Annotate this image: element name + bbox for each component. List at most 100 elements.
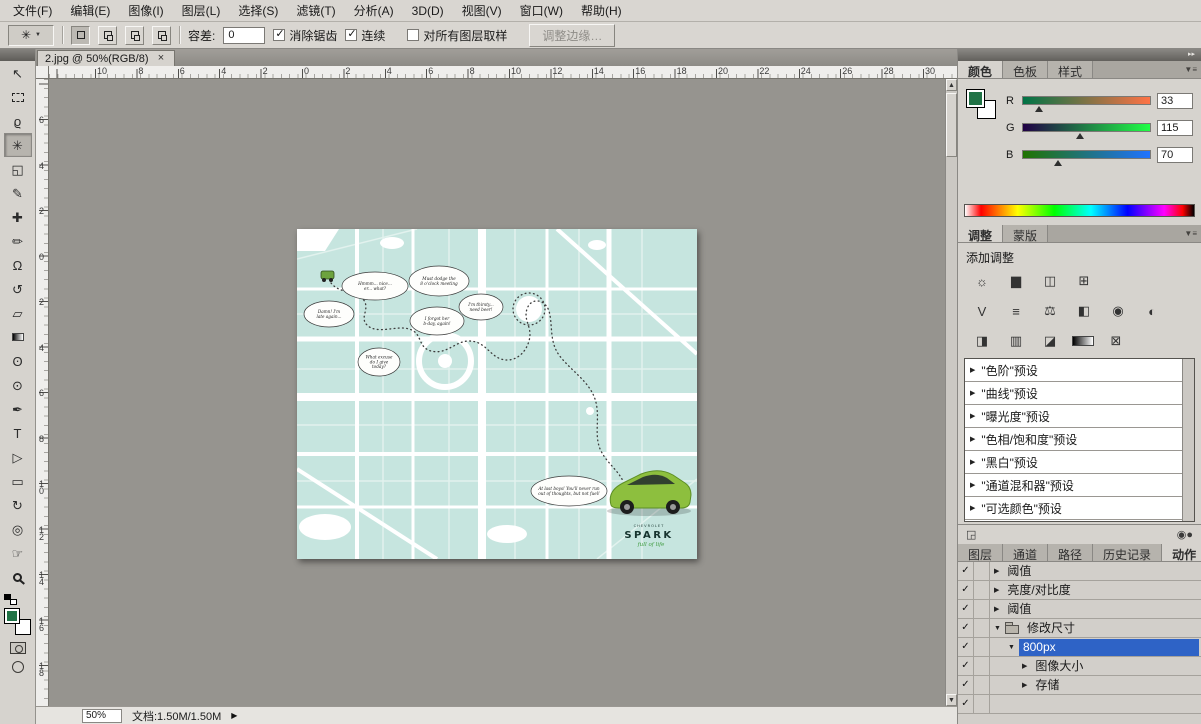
3d-orbit-tool[interactable]: ◎ [4, 517, 32, 541]
action-row[interactable]: ✓ [958, 695, 1201, 714]
action-dialog-cell[interactable] [974, 600, 990, 618]
rectangle-tool[interactable]: ▭ [4, 469, 32, 493]
panel-menu-icon[interactable]: ▼≡ [1184, 65, 1197, 74]
rectangular-marquee-tool[interactable] [4, 85, 32, 109]
preset-scrollbar[interactable] [1182, 359, 1194, 521]
menu-item[interactable]: 分析(A) [345, 0, 403, 21]
panel-tab-动作[interactable]: 动作 [1162, 544, 1201, 561]
channel-mixer-icon[interactable]: ◐ [1140, 301, 1164, 322]
expand-triangle-icon[interactable]: ▼ [994, 625, 1001, 632]
panel-tab-历史记录[interactable]: 历史记录 [1093, 544, 1162, 561]
channel-value-field[interactable]: 115 [1157, 120, 1193, 136]
posterize-icon[interactable]: ▥ [1004, 331, 1028, 352]
menu-item[interactable]: 窗口(W) [511, 0, 572, 21]
action-dialog-cell[interactable] [974, 676, 990, 694]
color-spectrum-ramp[interactable] [964, 204, 1195, 217]
lasso-tool[interactable]: ϱ [4, 109, 32, 133]
exposure-icon[interactable]: ⊞ [1072, 271, 1096, 292]
menu-item[interactable]: 帮助(H) [572, 0, 631, 21]
foreground-color-swatch[interactable] [966, 89, 985, 108]
action-check-cell[interactable]: ✓ [958, 676, 974, 694]
action-row[interactable]: ✓▶图像大小 [958, 657, 1201, 676]
eraser-tool[interactable]: ▱ [4, 301, 32, 325]
history-brush-tool[interactable]: ↺ [4, 277, 32, 301]
channel-slider-track[interactable] [1022, 150, 1151, 159]
preset-row[interactable]: ▶"曝光度"预设 [965, 405, 1194, 428]
menu-item[interactable]: 视图(V) [453, 0, 511, 21]
menu-item[interactable]: 3D(D) [403, 2, 453, 20]
eyedropper-tool[interactable]: ✎ [4, 181, 32, 205]
channel-slider-track[interactable] [1022, 96, 1151, 105]
type-tool[interactable]: T [4, 421, 32, 445]
action-check-cell[interactable]: ✓ [958, 562, 974, 580]
action-check-cell[interactable]: ✓ [958, 695, 974, 713]
action-row[interactable]: ✓▶阈值 [958, 562, 1201, 581]
subtract-from-selection-button[interactable] [125, 26, 144, 45]
zoom-level-field[interactable]: 50% [82, 709, 122, 723]
expand-triangle-icon[interactable]: ▶ [994, 586, 999, 594]
action-check-cell[interactable]: ✓ [958, 581, 974, 599]
preset-row[interactable]: ▶"色阶"预设 [965, 359, 1194, 382]
panel-tab-调整[interactable]: 调整 [958, 225, 1003, 242]
new-selection-button[interactable] [71, 26, 90, 45]
tolerance-input[interactable]: 0 [223, 27, 265, 44]
hand-tool[interactable]: ☞ [4, 541, 32, 565]
black-white-icon[interactable]: ◧ [1072, 301, 1096, 322]
levels-icon[interactable]: ▆ [1004, 271, 1028, 292]
default-colors-icon[interactable] [4, 594, 17, 605]
menu-item[interactable]: 图像(I) [119, 0, 172, 21]
preset-row[interactable]: ▶"色相/饱和度"预设 [965, 428, 1194, 451]
brightness-contrast-icon[interactable]: ☼ [970, 271, 994, 292]
threshold-icon[interactable]: ◪ [1038, 331, 1062, 352]
photo-filter-icon[interactable]: ◉ [1106, 301, 1130, 322]
action-row[interactable]: ✓▶阈值 [958, 600, 1201, 619]
scrollbar-thumb[interactable] [946, 93, 957, 157]
brush-tool[interactable]: ✏ [4, 229, 32, 253]
action-row[interactable]: ✓▶存储 [958, 676, 1201, 695]
path-selection-tool[interactable]: ▷ [4, 445, 32, 469]
selective-color-icon[interactable]: ⊠ [1104, 331, 1128, 352]
preset-row[interactable]: ▶"黑白"预设 [965, 451, 1194, 474]
pen-tool[interactable]: ✒ [4, 397, 32, 421]
spot-healing-brush-tool[interactable]: ✚ [4, 205, 32, 229]
move-tool[interactable]: ↖ [4, 61, 32, 85]
menu-item[interactable]: 选择(S) [229, 0, 287, 21]
vertical-scrollbar[interactable]: ▲ ▼ [945, 79, 957, 706]
3d-rotate-tool[interactable]: ↻ [4, 493, 32, 517]
tab-close-icon[interactable]: × [156, 53, 167, 65]
expand-triangle-icon[interactable]: ▶ [994, 567, 999, 575]
scroll-up-arrow[interactable]: ▲ [946, 79, 957, 91]
canvas-area[interactable]: Hmmm... nice...er... what?Must dodge the… [49, 79, 945, 706]
panel-tab-通道[interactable]: 通道 [1003, 544, 1048, 561]
color-balance-icon[interactable]: ⚖ [1038, 301, 1062, 322]
switch-panel-view-icon[interactable]: ◲ [966, 528, 976, 541]
collapse-to-icons-button[interactable]: ▸▸ [958, 49, 1201, 61]
preset-row[interactable]: ▶"曲线"预设 [965, 382, 1194, 405]
channel-value-field[interactable]: 70 [1157, 147, 1193, 163]
panel-menu-icon[interactable]: ▼≡ [1184, 229, 1197, 238]
slider-marker-icon[interactable] [1076, 133, 1084, 139]
add-to-selection-button[interactable] [98, 26, 117, 45]
expand-triangle-icon[interactable]: ▶ [1022, 662, 1027, 670]
hue-saturation-icon[interactable]: ≡ [1004, 301, 1028, 322]
anti-alias-checkbox[interactable] [273, 29, 285, 41]
channel-slider-track[interactable] [1022, 123, 1151, 132]
invert-icon[interactable]: ◨ [970, 331, 994, 352]
action-row[interactable]: ✓▼800px [958, 638, 1201, 657]
action-dialog-cell[interactable] [974, 562, 990, 580]
action-check-cell[interactable]: ✓ [958, 657, 974, 675]
action-dialog-cell[interactable] [974, 581, 990, 599]
action-dialog-cell[interactable] [974, 657, 990, 675]
slider-marker-icon[interactable] [1054, 160, 1062, 166]
action-check-cell[interactable]: ✓ [958, 600, 974, 618]
action-check-cell[interactable]: ✓ [958, 619, 974, 637]
blur-tool[interactable]: ʘ [4, 349, 32, 373]
sample-all-layers-checkbox[interactable] [407, 29, 419, 41]
panel-tab-图层[interactable]: 图层 [958, 544, 1003, 561]
preset-row[interactable]: ▶"通道混和器"预设 [965, 474, 1194, 497]
action-dialog-cell[interactable] [974, 695, 990, 713]
expand-triangle-icon[interactable]: ▶ [1022, 681, 1027, 689]
slider-marker-icon[interactable] [1035, 106, 1043, 112]
magic-wand-tool[interactable]: ✳ [4, 133, 32, 157]
menu-item[interactable]: 文件(F) [4, 0, 61, 21]
